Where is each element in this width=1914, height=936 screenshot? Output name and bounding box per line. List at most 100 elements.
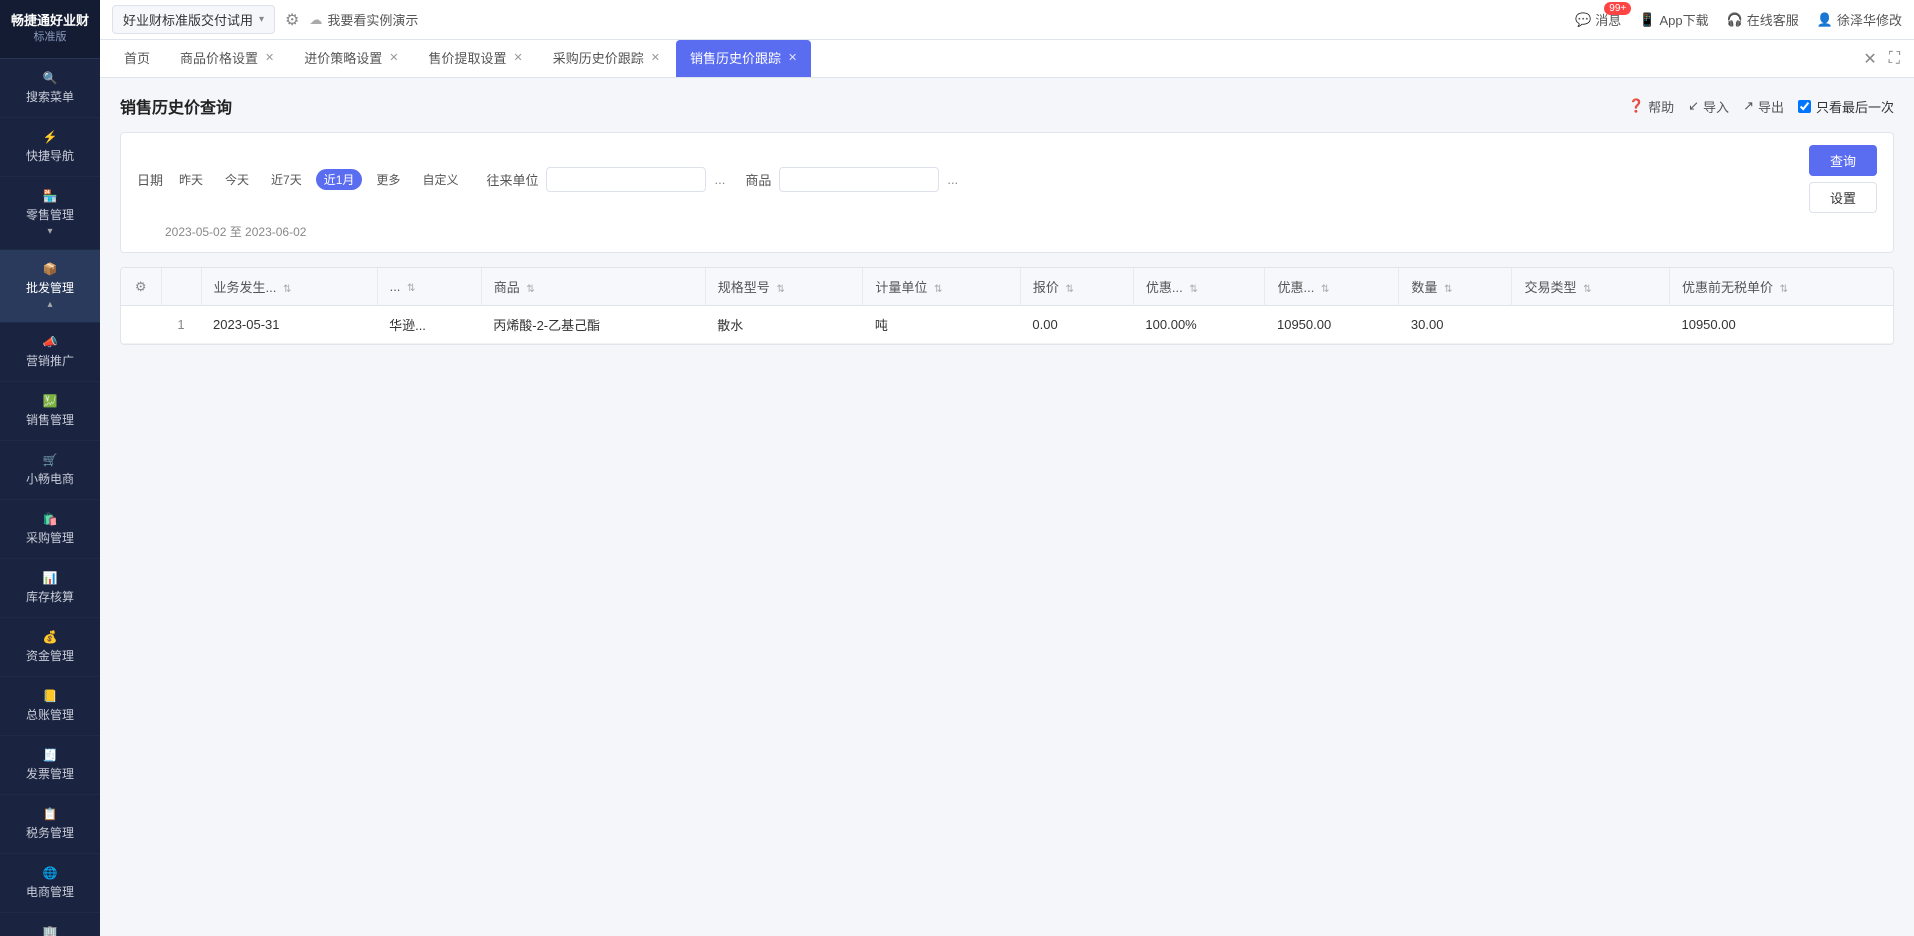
sort-discount-amt-icon[interactable]: ⇅ — [1321, 284, 1329, 295]
tab-price-extract[interactable]: 售价提取设置 ✕ — [414, 40, 536, 77]
col-pretax-price[interactable]: 优惠前无税单价 ⇅ — [1669, 268, 1893, 306]
row-pretax-price: 10950.00 — [1669, 306, 1893, 344]
sidebar-item-accounting[interactable]: 📒 总账管理 — [0, 677, 100, 736]
tab-purchase-history-label: 采购历史价跟踪 — [553, 48, 644, 67]
settings-gear-icon[interactable]: ⚙ — [285, 10, 299, 30]
date-option-custom[interactable]: 自定义 — [414, 169, 466, 190]
col-trade-type[interactable]: 交易类型 ⇅ — [1512, 268, 1670, 306]
product-input[interactable] — [779, 167, 939, 192]
tab-expand-icon[interactable]: ⛶ — [1885, 46, 1904, 72]
row-gear — [121, 306, 161, 344]
app-download-btn[interactable]: 📱 App下载 — [1639, 10, 1708, 29]
sort-price-icon[interactable]: ⇅ — [1066, 284, 1074, 295]
tab-price-strategy-close[interactable]: ✕ — [389, 51, 398, 64]
sort-product-icon[interactable]: ⇅ — [526, 284, 534, 295]
messages-badge: 99+ — [1604, 2, 1631, 15]
sidebar-item-search-menu[interactable]: 🔍 搜索菜单 — [0, 59, 100, 118]
col-rownum — [161, 268, 201, 306]
sidebar-item-invoice-mgmt[interactable]: 🧾 发票管理 — [0, 736, 100, 795]
col-discount-amt-label: 优惠... — [1277, 280, 1314, 295]
demo-btn[interactable]: ☁ 我要看实例演示 — [309, 10, 418, 29]
messages-btn[interactable]: 💬 消息 99+ — [1575, 10, 1621, 29]
col-discount-amt[interactable]: 优惠... ⇅ — [1265, 268, 1399, 306]
sort-unit-icon[interactable]: ⇅ — [934, 284, 942, 295]
date-option-today[interactable]: 今天 — [217, 169, 257, 190]
import-label: 导入 — [1703, 97, 1729, 116]
topbar-right: 💬 消息 99+ 📱 App下载 🎧 在线客服 👤 徐泽华修改 — [1575, 10, 1902, 29]
tab-product-price[interactable]: 商品价格设置 ✕ — [166, 40, 288, 77]
tab-sales-history-close[interactable]: ✕ — [788, 51, 797, 64]
sidebar-item-funds-mgmt[interactable]: 💰 资金管理 — [0, 618, 100, 677]
tab-product-price-close[interactable]: ✕ — [265, 51, 274, 64]
sort-biz-date-icon[interactable]: ⇅ — [283, 284, 291, 295]
row-more: 华逊... — [377, 306, 481, 344]
tab-sales-history[interactable]: 销售历史价跟踪 ✕ — [676, 40, 811, 77]
online-service-btn[interactable]: 🎧 在线客服 — [1727, 10, 1799, 29]
tab-purchase-history-close[interactable]: ✕ — [651, 51, 660, 64]
col-discount-pct[interactable]: 优惠... ⇅ — [1133, 268, 1265, 306]
sidebar-item-wholesale-mgmt[interactable]: 📦 批发管理 ▴ — [0, 250, 100, 323]
wholesale-icon: 📦 — [43, 262, 58, 276]
source-unit-input[interactable] — [546, 167, 706, 192]
tab-price-extract-close[interactable]: ✕ — [514, 51, 523, 64]
col-more[interactable]: ... ⇅ — [377, 268, 481, 306]
sidebar-item-fixed-assets[interactable]: 🏢 固定资产 — [0, 913, 100, 936]
sidebar-label-search-menu: 搜索菜单 — [26, 88, 74, 105]
sidebar-item-retail-mgmt[interactable]: 🏪 零售管理 ▾ — [0, 177, 100, 250]
sort-qty-icon[interactable]: ⇅ — [1444, 284, 1452, 295]
tab-price-strategy[interactable]: 进价策略设置 ✕ — [290, 40, 412, 77]
import-btn[interactable]: ↙ 导入 — [1688, 97, 1729, 116]
tax-icon: 📋 — [43, 807, 58, 821]
sidebar-item-inventory[interactable]: 📊 库存核算 — [0, 559, 100, 618]
sort-more-icon[interactable]: ⇅ — [407, 283, 415, 294]
sort-spec-icon[interactable]: ⇅ — [776, 284, 784, 295]
product-dots[interactable]: ... — [947, 172, 958, 187]
col-qty[interactable]: 数量 ⇅ — [1399, 268, 1512, 306]
col-product[interactable]: 商品 ⇅ — [481, 268, 705, 306]
user-profile-btn[interactable]: 👤 徐泽华修改 — [1817, 10, 1902, 29]
help-btn[interactable]: ❓ 帮助 — [1628, 97, 1674, 116]
col-unit[interactable]: 计量单位 ⇅ — [863, 268, 1021, 306]
tab-close-icon[interactable]: ✕ — [1859, 45, 1880, 73]
version-selector[interactable]: 好业财标准版交付试用 ▾ — [112, 5, 275, 34]
sidebar-item-ecomm-mgmt[interactable]: 🌐 电商管理 — [0, 854, 100, 913]
sidebar-item-ecomm-small[interactable]: 🛒 小畅电商 — [0, 441, 100, 500]
date-option-yesterday[interactable]: 昨天 — [171, 169, 211, 190]
tab-home[interactable]: 首页 — [110, 40, 164, 77]
sidebar-item-quick-nav[interactable]: ⚡ 快捷导航 — [0, 118, 100, 177]
table-row[interactable]: 1 2023-05-31 华逊... 丙烯酸-2-乙基己酯 散水 吨 0.00 … — [121, 306, 1893, 344]
sort-discount-pct-icon[interactable]: ⇅ — [1189, 284, 1197, 295]
col-biz-date-label: 业务发生... — [214, 280, 277, 295]
export-btn[interactable]: ↗ 导出 — [1743, 97, 1784, 116]
col-spec-label: 规格型号 — [718, 280, 770, 295]
sidebar-item-purchase-mgmt[interactable]: 🛍️ 采购管理 — [0, 500, 100, 559]
col-spec[interactable]: 规格型号 ⇅ — [705, 268, 863, 306]
sidebar-item-tax-mgmt[interactable]: 📋 税务管理 — [0, 795, 100, 854]
date-range-text: 2023-05-02 至 2023-06-02 — [165, 225, 306, 239]
sidebar-item-sales-mgmt[interactable]: 💹 销售管理 — [0, 382, 100, 441]
headset-icon: 🎧 — [1727, 12, 1743, 28]
sort-trade-type-icon[interactable]: ⇅ — [1583, 284, 1591, 295]
product-filter-group: 商品 ... — [745, 167, 958, 192]
sort-pretax-price-icon[interactable]: ⇅ — [1780, 284, 1788, 295]
col-product-label: 商品 — [494, 280, 520, 295]
col-gear-icon[interactable]: ⚙ — [135, 279, 147, 294]
row-biz-date: 2023-05-31 — [201, 306, 377, 344]
col-biz-date[interactable]: 业务发生... ⇅ — [201, 268, 377, 306]
date-option-last7days[interactable]: 近7天 — [263, 169, 310, 190]
query-btn[interactable]: 查询 — [1809, 145, 1877, 176]
source-unit-dots[interactable]: ... — [714, 172, 725, 187]
col-price[interactable]: 报价 ⇅ — [1020, 268, 1133, 306]
date-option-last1month[interactable]: 近1月 — [316, 169, 363, 190]
filter-row-2: 2023-05-02 至 2023-06-02 — [137, 223, 1877, 240]
fixed-assets-icon: 🏢 — [43, 925, 58, 936]
only-last-label: 只看最后一次 — [1816, 97, 1894, 116]
only-last-checkbox-label[interactable]: 只看最后一次 — [1798, 97, 1894, 116]
col-qty-label: 数量 — [1411, 280, 1437, 295]
date-option-more[interactable]: 更多 — [368, 169, 408, 190]
only-last-checkbox[interactable] — [1798, 100, 1811, 113]
sidebar-item-marketing[interactable]: 📣 营销推广 — [0, 323, 100, 382]
tab-purchase-history[interactable]: 采购历史价跟踪 ✕ — [539, 40, 674, 77]
col-more-label: ... — [390, 279, 401, 294]
settings-btn[interactable]: 设置 — [1809, 182, 1877, 213]
